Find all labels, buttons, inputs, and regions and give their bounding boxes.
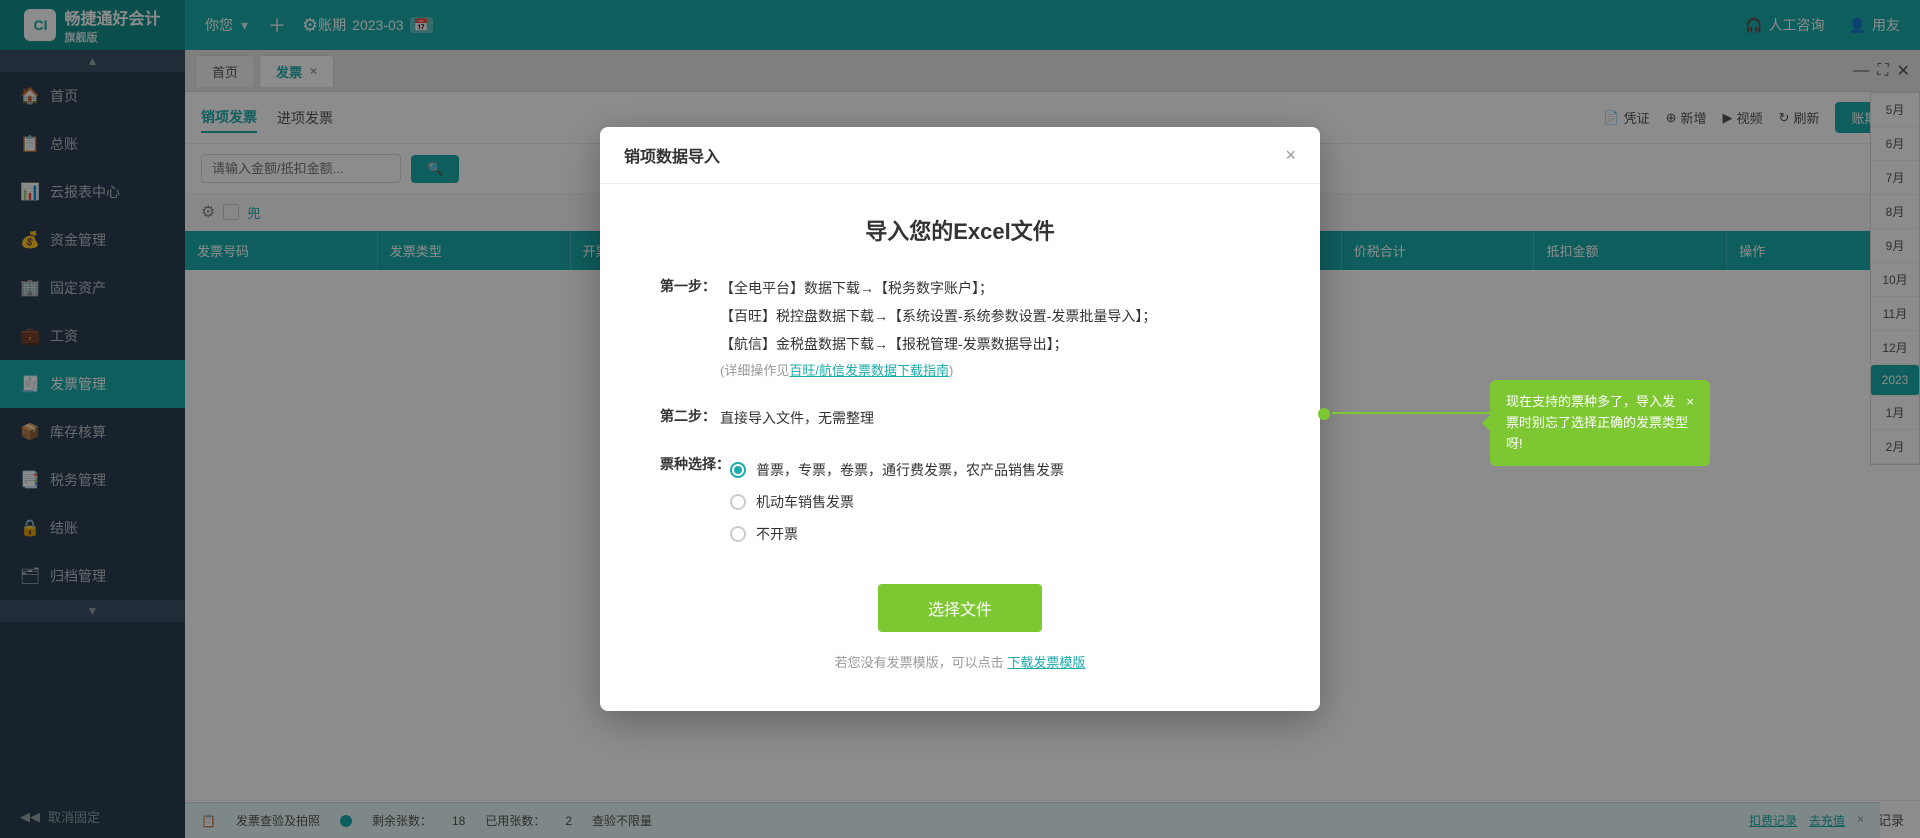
radio-inner-opt1 [734, 466, 742, 474]
modal-close-button[interactable]: × [1285, 145, 1296, 166]
tooltip-close-button[interactable]: × [1686, 392, 1694, 413]
ticket-opt3-label: 不开票 [756, 524, 798, 544]
tooltip-dot [1318, 408, 1330, 420]
modal-import-title: 导入您的Excel文件 [660, 214, 1260, 246]
step1-row: 第一步： 【全电平台】数据下载→【税务数字账户】； 【百旺】税控盘数据下载→【系… [660, 274, 1260, 384]
download-template-link[interactable]: 下载发票模版 [1007, 655, 1085, 670]
modal-header: 销项数据导入 × [600, 127, 1320, 184]
radio-opt2[interactable] [730, 494, 746, 510]
ticket-select-row: 票种选择： 普票，专票，卷票，通行费发票，农产品销售发票 机动车销售发票 不开票 [660, 452, 1260, 556]
tooltip-box: × 现在支持的票种多了，导入发票时别忘了选择正确的发票类型呀! [1490, 380, 1710, 466]
footer-text: 若您没有发票模版，可以点击 [835, 655, 1004, 670]
step1-link[interactable]: (详细操作见百旺/航信发票数据下载指南) [720, 358, 1156, 384]
modal-body: 导入您的Excel文件 第一步： 【全电平台】数据下载→【税务数字账户】； 【百… [600, 184, 1320, 711]
step2-content: 直接导入文件，无需整理 [720, 404, 874, 432]
ticket-option-2[interactable]: 机动车销售发票 [730, 492, 1064, 512]
step1-label: 第一步： [660, 276, 720, 296]
import-modal: 销项数据导入 × 导入您的Excel文件 第一步： 【全电平台】数据下载→【税务… [600, 127, 1320, 711]
select-file-button[interactable]: 选择文件 [878, 584, 1042, 632]
radio-opt1[interactable] [730, 462, 746, 478]
ticket-options: 普票，专票，卷票，通行费发票，农产品销售发票 机动车销售发票 不开票 [730, 460, 1064, 556]
tooltip-text: 现在支持的票种多了，导入发票时别忘了选择正确的发票类型呀! [1506, 394, 1688, 451]
guide-link[interactable]: 百旺/航信发票数据下载指南 [789, 363, 949, 378]
modal-title: 销项数据导入 [624, 143, 720, 167]
radio-opt3[interactable] [730, 526, 746, 542]
ticket-option-1[interactable]: 普票，专票，卷票，通行费发票，农产品销售发票 [730, 460, 1064, 480]
step2-row: 第二步： 直接导入文件，无需整理 [660, 404, 1260, 432]
tooltip-connector-line [1332, 412, 1492, 414]
ticket-option-3[interactable]: 不开票 [730, 524, 1064, 544]
step2-label: 第二步： [660, 406, 720, 426]
ticket-label: 票种选择： [660, 454, 730, 474]
step1-content: 【全电平台】数据下载→【税务数字账户】； 【百旺】税控盘数据下载→【系统设置-系… [720, 274, 1156, 384]
modal-footer: 若您没有发票模版，可以点击 下载发票模版 [660, 652, 1260, 671]
step1-line3: 【航信】金税盘数据下载→【报税管理-发票数据导出】； [720, 330, 1156, 358]
step1-line2: 【百旺】税控盘数据下载→【系统设置-系统参数设置-发票批量导入】； [720, 302, 1156, 330]
ticket-opt1-label: 普票，专票，卷票，通行费发票，农产品销售发票 [756, 460, 1064, 480]
ticket-opt2-label: 机动车销售发票 [756, 492, 854, 512]
step1-line1: 【全电平台】数据下载→【税务数字账户】； [720, 274, 1156, 302]
